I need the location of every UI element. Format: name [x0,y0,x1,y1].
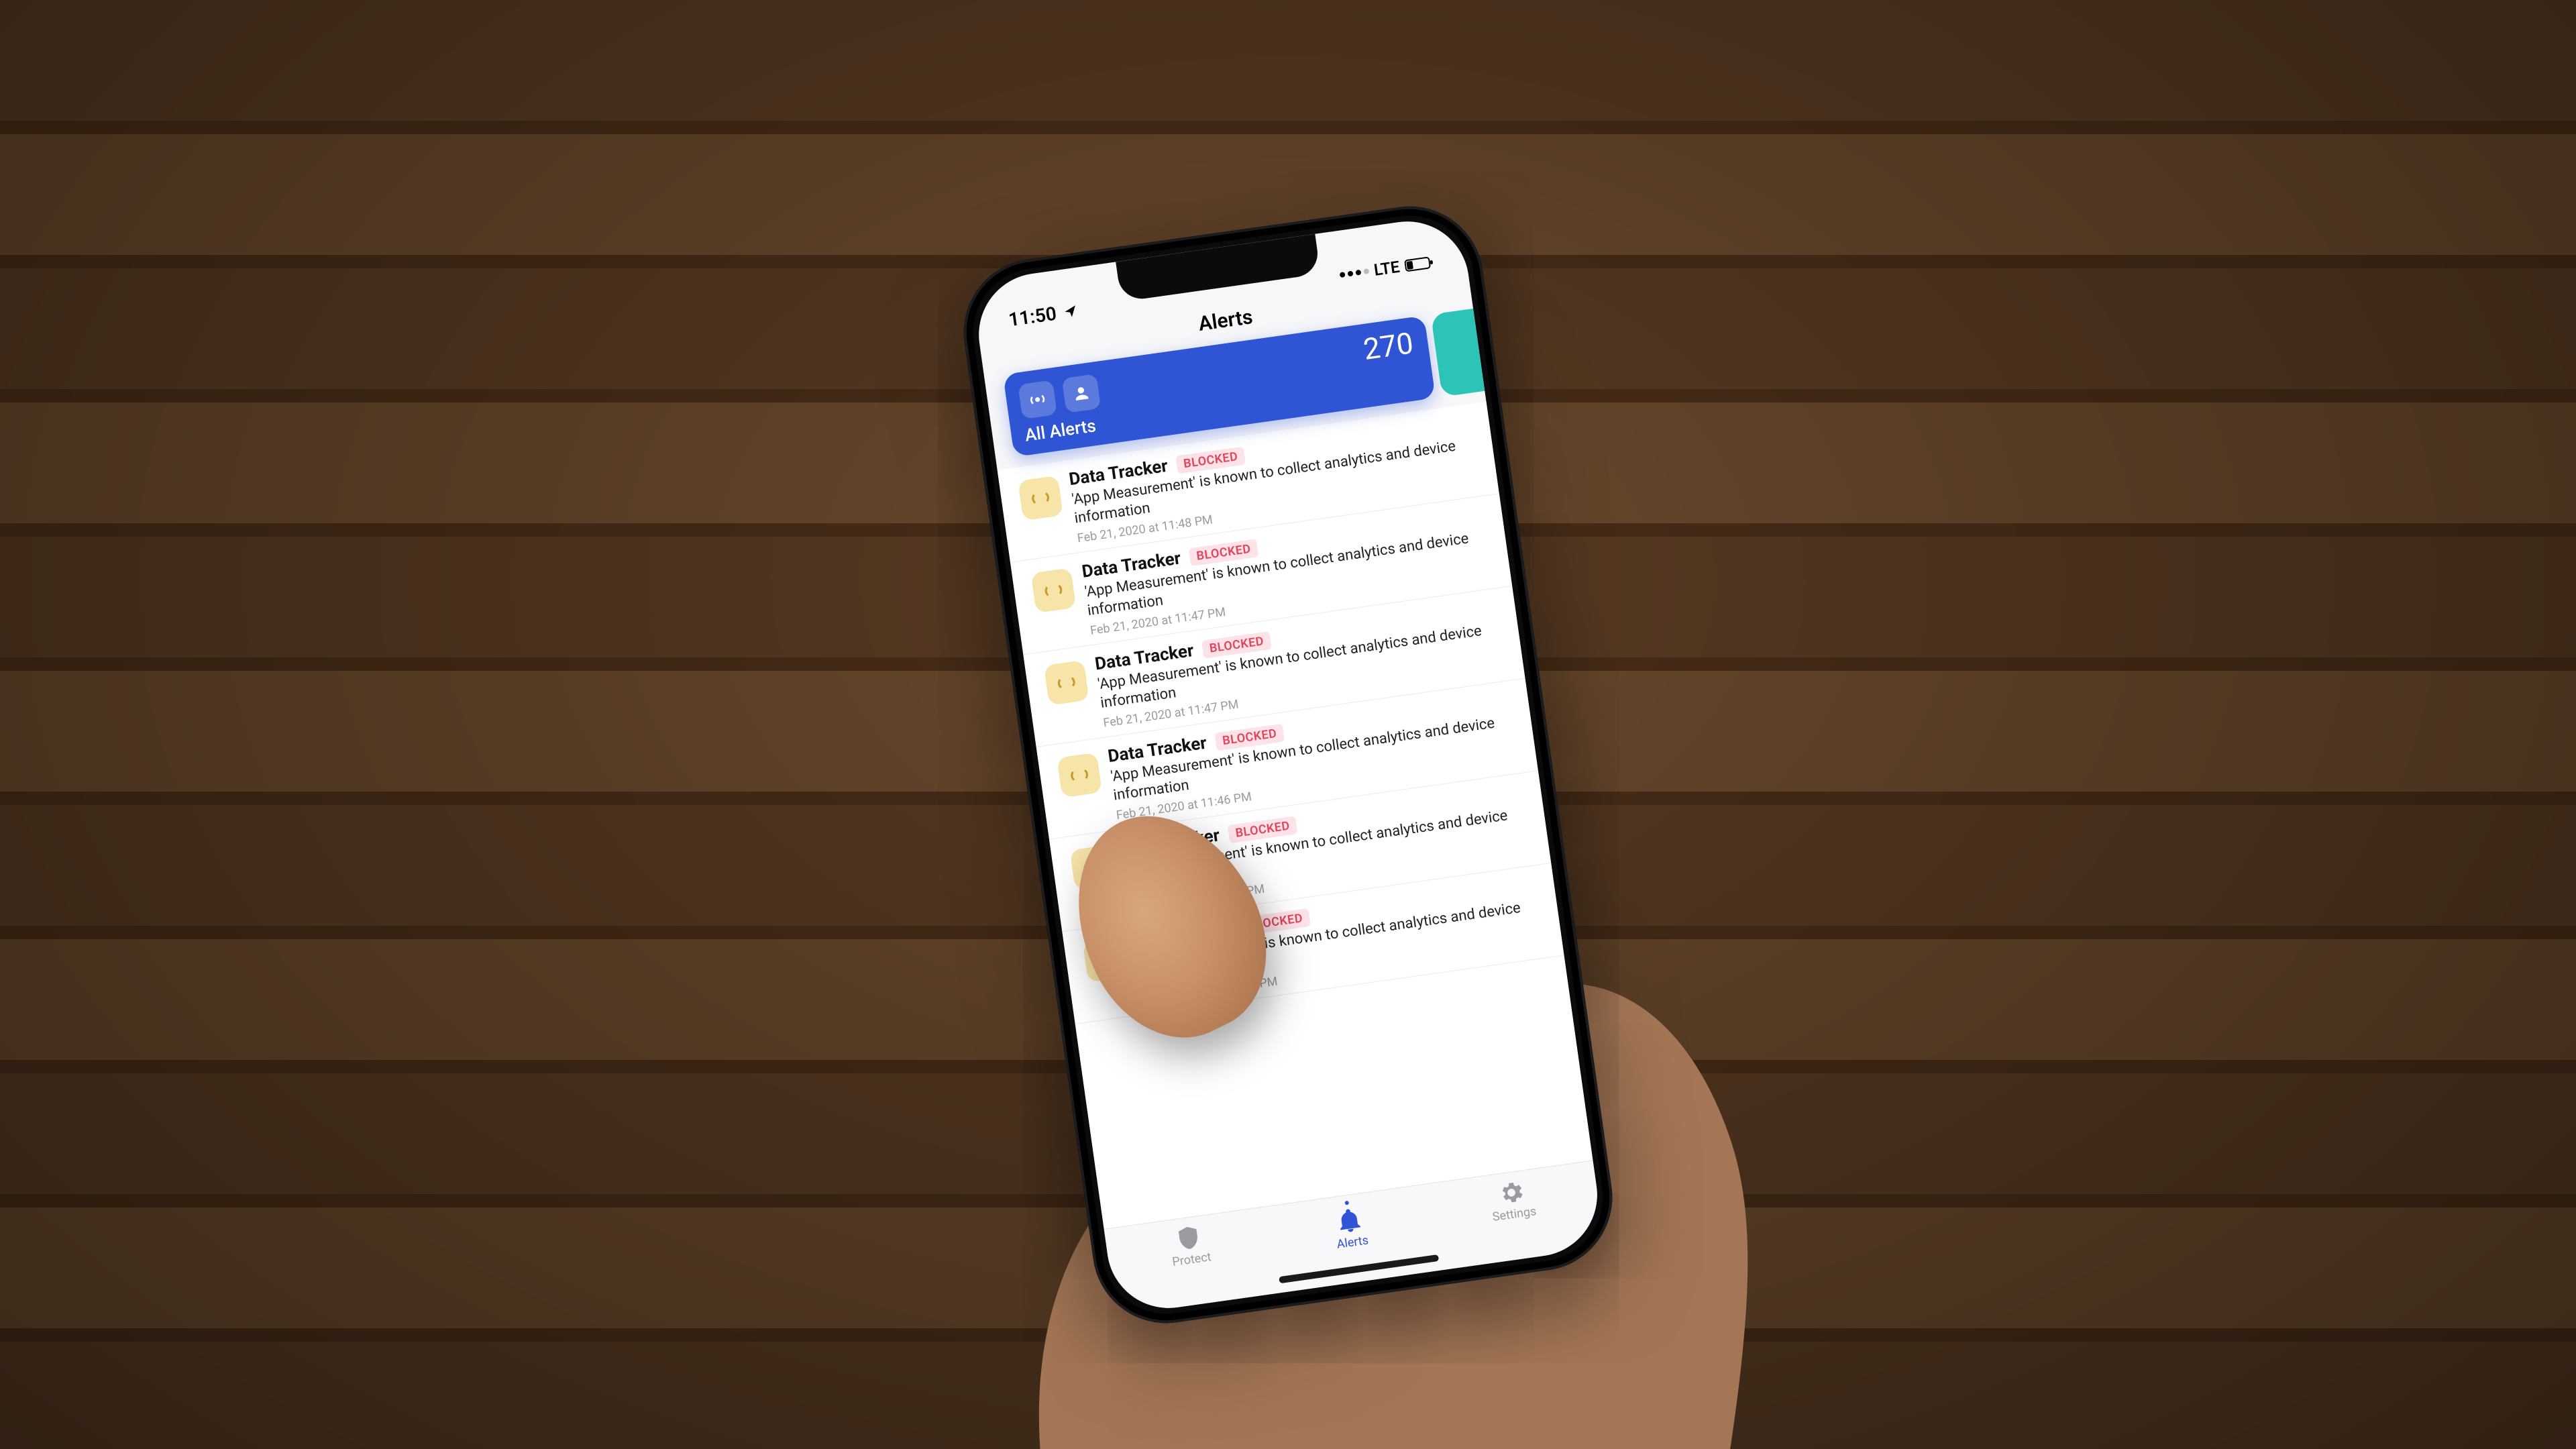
status-time: 11:50 [1007,303,1058,331]
alert-app-icon [1070,845,1116,890]
cellular-signal-icon [1339,268,1369,278]
tab-protect[interactable]: Protect [1167,1222,1212,1270]
photo-background: 11:50 LTE [0,0,2576,1449]
filter-all-count: 270 [1361,325,1415,367]
tab-alerts[interactable]: Alerts [1331,1200,1369,1252]
phone-screen: 11:50 LTE [971,213,1605,1316]
location-icon [1062,303,1079,320]
broadcast-icon [1018,380,1057,419]
alert-app-icon [1031,568,1077,613]
person-icon [1062,374,1102,413]
carrier-label: LTE [1373,258,1401,280]
tab-settings[interactable]: Settings [1488,1176,1538,1224]
alert-app-icon [1044,660,1089,706]
alert-app-icon [1057,753,1102,798]
alert-app-icon [1083,937,1128,983]
alerts-list[interactable]: Data Tracker BLOCKED 'App Measurement' i… [998,402,1593,1229]
alert-app-icon [1018,476,1063,521]
tab-active-dot-icon [1345,1201,1350,1205]
phone: 11:50 LTE [954,197,1621,1333]
tab-alerts-label: Alerts [1336,1233,1369,1251]
status-left: 11:50 [1007,299,1079,331]
battery-icon [1404,255,1436,274]
tab-settings-label: Settings [1492,1204,1538,1224]
